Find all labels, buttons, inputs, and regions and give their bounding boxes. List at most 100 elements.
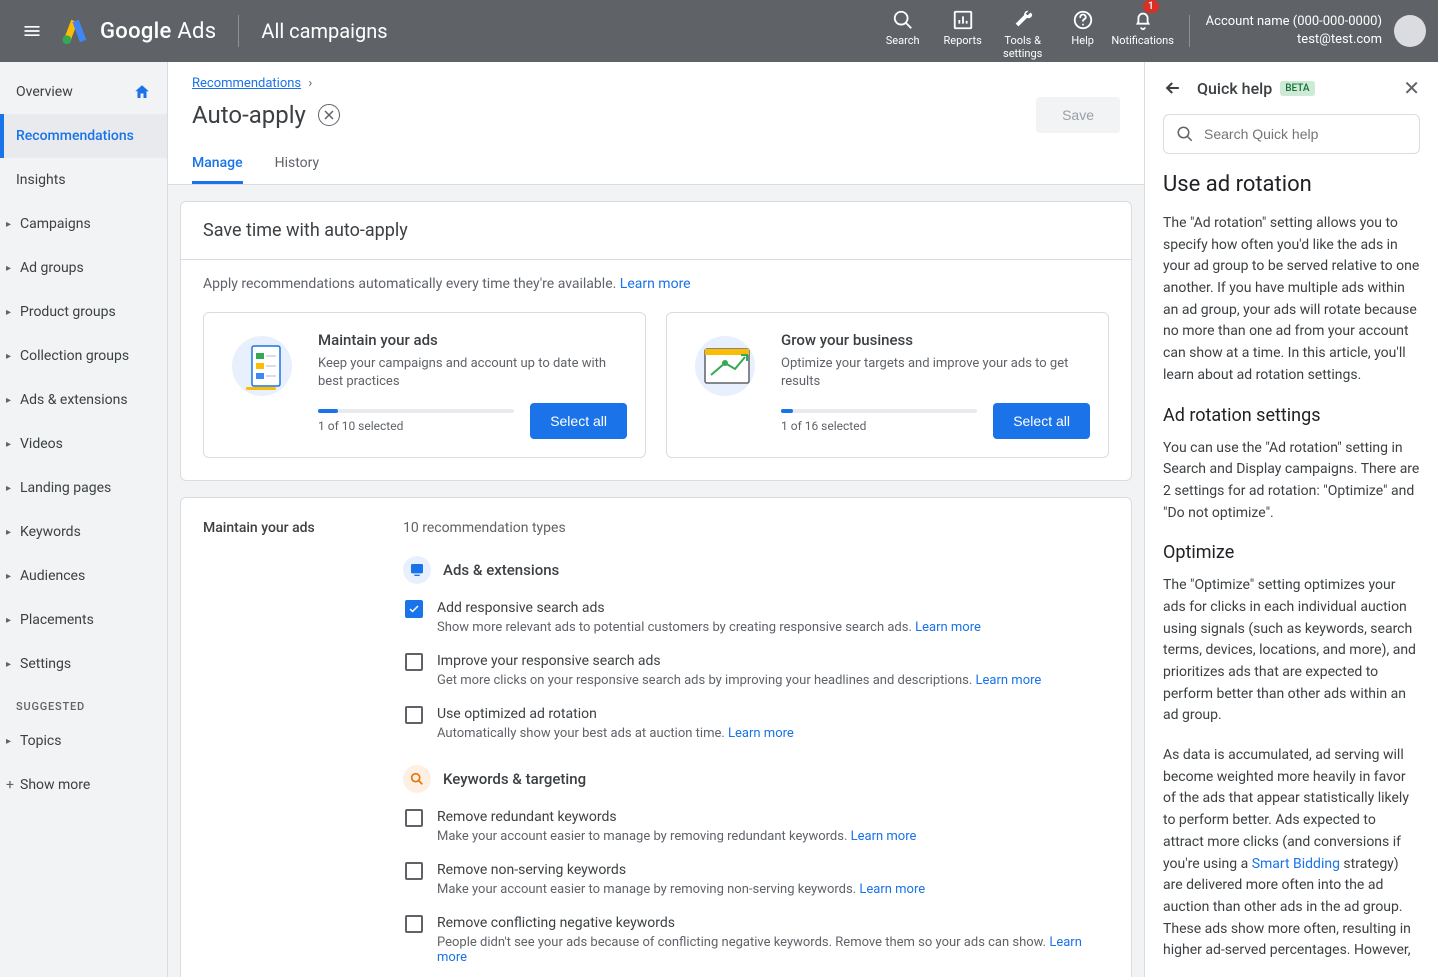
search-tool[interactable]: Search bbox=[873, 2, 933, 47]
wrench-icon bbox=[1011, 8, 1035, 32]
details-card: Maintain your ads 10 recommendation type… bbox=[180, 497, 1132, 977]
sidebar-item-collection-groups[interactable]: ▸Collection groups bbox=[0, 334, 167, 378]
help-body[interactable]: Use ad rotation The "Ad rotation" settin… bbox=[1145, 172, 1438, 977]
intro-card: Save time with auto-apply Apply recommen… bbox=[180, 201, 1132, 481]
notification-badge: 1 bbox=[1143, 0, 1159, 13]
chevron-right-icon: ▸ bbox=[6, 736, 20, 747]
learn-more-link[interactable]: Learn more bbox=[851, 829, 917, 844]
help-tool[interactable]: Help bbox=[1053, 2, 1113, 47]
learn-more-link[interactable]: Learn more bbox=[728, 726, 794, 741]
learn-more-link[interactable]: Learn more bbox=[915, 620, 981, 635]
notifications-tool[interactable]: 1 Notifications bbox=[1113, 2, 1173, 47]
tabs: Manage History bbox=[192, 145, 1120, 184]
save-button[interactable]: Save bbox=[1036, 97, 1120, 133]
help-search-input[interactable] bbox=[1204, 126, 1407, 142]
sidebar-item-ads-extensions[interactable]: ▸Ads & extensions bbox=[0, 378, 167, 422]
chevron-right-icon: ▸ bbox=[6, 307, 20, 318]
avatar[interactable] bbox=[1394, 15, 1426, 47]
rec-item-title: Remove redundant keywords bbox=[437, 809, 1109, 825]
tools-settings-tool[interactable]: Tools & settings bbox=[993, 2, 1053, 60]
sidebar-item-ad-groups[interactable]: ▸Ad groups bbox=[0, 246, 167, 290]
rec-item: Remove non-serving keywords Make your acc… bbox=[403, 862, 1109, 897]
rec-item-desc: Make your account easier to manage by re… bbox=[437, 882, 1109, 897]
sidebar-item-topics[interactable]: ▸Topics bbox=[0, 719, 167, 763]
sidebar-item-settings[interactable]: ▸Settings bbox=[0, 642, 167, 686]
sidebar-item-overview[interactable]: Overview bbox=[0, 70, 167, 114]
rec-item: Remove redundant keywordsMake your accou… bbox=[403, 809, 1109, 844]
chevron-right-icon: ▸ bbox=[6, 395, 20, 406]
search-icon bbox=[1176, 125, 1194, 143]
breadcrumb-link[interactable]: Recommendations bbox=[192, 76, 301, 91]
logo[interactable]: Google Ads bbox=[60, 16, 216, 46]
tab-manage[interactable]: Manage bbox=[192, 145, 243, 184]
rec-item-title: Use optimized ad rotation bbox=[437, 706, 1109, 722]
sidebar-heading-suggested: SUGGESTED bbox=[0, 686, 167, 719]
help-search[interactable] bbox=[1163, 114, 1420, 154]
sidebar-item-placements[interactable]: ▸Placements bbox=[0, 598, 167, 642]
rec-item-desc: Get more clicks on your responsive searc… bbox=[437, 673, 1109, 688]
sidebar-item-show-more[interactable]: +Show more bbox=[0, 763, 167, 807]
option-maintain-ads: Maintain your ads Keep your campaigns an… bbox=[203, 312, 646, 458]
reports-icon bbox=[951, 8, 975, 32]
sidebar-item-campaigns[interactable]: ▸Campaigns bbox=[0, 202, 167, 246]
select-all-button[interactable]: Select all bbox=[530, 403, 627, 439]
sidebar-item-keywords[interactable]: ▸Keywords bbox=[0, 510, 167, 554]
checkbox[interactable] bbox=[405, 915, 423, 933]
checkbox[interactable] bbox=[405, 600, 423, 618]
sidebar-item-landing-pages[interactable]: ▸Landing pages bbox=[0, 466, 167, 510]
select-all-button[interactable]: Select all bbox=[993, 403, 1090, 439]
smart-bidding-link[interactable]: Smart Bidding bbox=[1252, 856, 1340, 872]
intro-heading: Save time with auto-apply bbox=[181, 202, 1131, 260]
plus-icon: + bbox=[6, 777, 20, 793]
sidebar-item-audiences[interactable]: ▸Audiences bbox=[0, 554, 167, 598]
page-header: Recommendations › Auto-apply Save Manage… bbox=[168, 62, 1144, 185]
checkbox[interactable] bbox=[405, 653, 423, 671]
divider bbox=[238, 15, 239, 47]
sidebar-item-insights[interactable]: Insights bbox=[0, 158, 167, 202]
header-title: All campaigns bbox=[261, 19, 872, 43]
learn-more-link[interactable]: Learn more bbox=[620, 276, 691, 292]
option-grow-business: Grow your business Optimize your targets… bbox=[666, 312, 1109, 458]
menu-icon[interactable] bbox=[12, 11, 52, 51]
progress-text: 1 of 10 selected bbox=[318, 419, 514, 433]
chevron-right-icon: ▸ bbox=[6, 439, 20, 450]
rec-item-title: Remove non-serving keywords bbox=[437, 862, 1109, 878]
details-count: 10 recommendation types bbox=[403, 520, 1109, 536]
quick-help-panel: Quick help BETA ✕ Use ad rotation The "A… bbox=[1144, 62, 1438, 977]
logo-text-bold: Google bbox=[100, 19, 172, 44]
checkbox[interactable] bbox=[405, 809, 423, 827]
chevron-right-icon: ▸ bbox=[6, 483, 20, 494]
checkbox[interactable] bbox=[405, 706, 423, 724]
help-paragraph: As data is accumulated, ad serving will … bbox=[1163, 745, 1420, 962]
divider bbox=[1189, 15, 1190, 47]
close-icon[interactable]: ✕ bbox=[1403, 76, 1420, 100]
checkbox[interactable] bbox=[405, 862, 423, 880]
progress-bar bbox=[318, 409, 514, 413]
option-desc: Keep your campaigns and account up to da… bbox=[318, 355, 627, 391]
rec-item-title: Remove conflicting negative keywords bbox=[437, 915, 1109, 931]
grow-business-illustration bbox=[685, 331, 765, 401]
details-section-title: Maintain your ads bbox=[203, 520, 403, 977]
back-icon[interactable] bbox=[1163, 78, 1183, 98]
account-info[interactable]: Account name (000-000-0000) test@test.co… bbox=[1206, 13, 1382, 49]
rec-item: Use optimized ad rotationAutomatically s… bbox=[403, 706, 1109, 741]
tab-history[interactable]: History bbox=[275, 145, 320, 184]
learn-more-link[interactable]: Learn more bbox=[859, 882, 925, 897]
reports-tool[interactable]: Reports bbox=[933, 2, 993, 47]
help-article-title: Use ad rotation bbox=[1163, 172, 1420, 197]
beta-badge: BETA bbox=[1280, 81, 1314, 96]
rec-group-keywords-targeting: Keywords & targeting Remove redundant ke… bbox=[403, 765, 1109, 977]
breadcrumb: Recommendations › bbox=[192, 76, 1120, 91]
logo-text-light: Ads bbox=[177, 19, 216, 44]
sidebar-item-videos[interactable]: ▸Videos bbox=[0, 422, 167, 466]
learn-more-link[interactable]: Learn more bbox=[976, 673, 1042, 688]
home-icon bbox=[133, 83, 151, 101]
header-tools: Search Reports Tools & settings Help 1 N… bbox=[873, 2, 1173, 60]
chevron-right-icon: ▸ bbox=[6, 571, 20, 582]
page-title: Auto-apply bbox=[192, 101, 340, 129]
help-heading: Optimize bbox=[1163, 542, 1420, 563]
sidebar-item-product-groups[interactable]: ▸Product groups bbox=[0, 290, 167, 334]
close-icon[interactable] bbox=[318, 104, 340, 126]
help-panel-title: Quick help BETA bbox=[1197, 79, 1389, 98]
sidebar-item-recommendations[interactable]: Recommendations bbox=[0, 114, 167, 158]
